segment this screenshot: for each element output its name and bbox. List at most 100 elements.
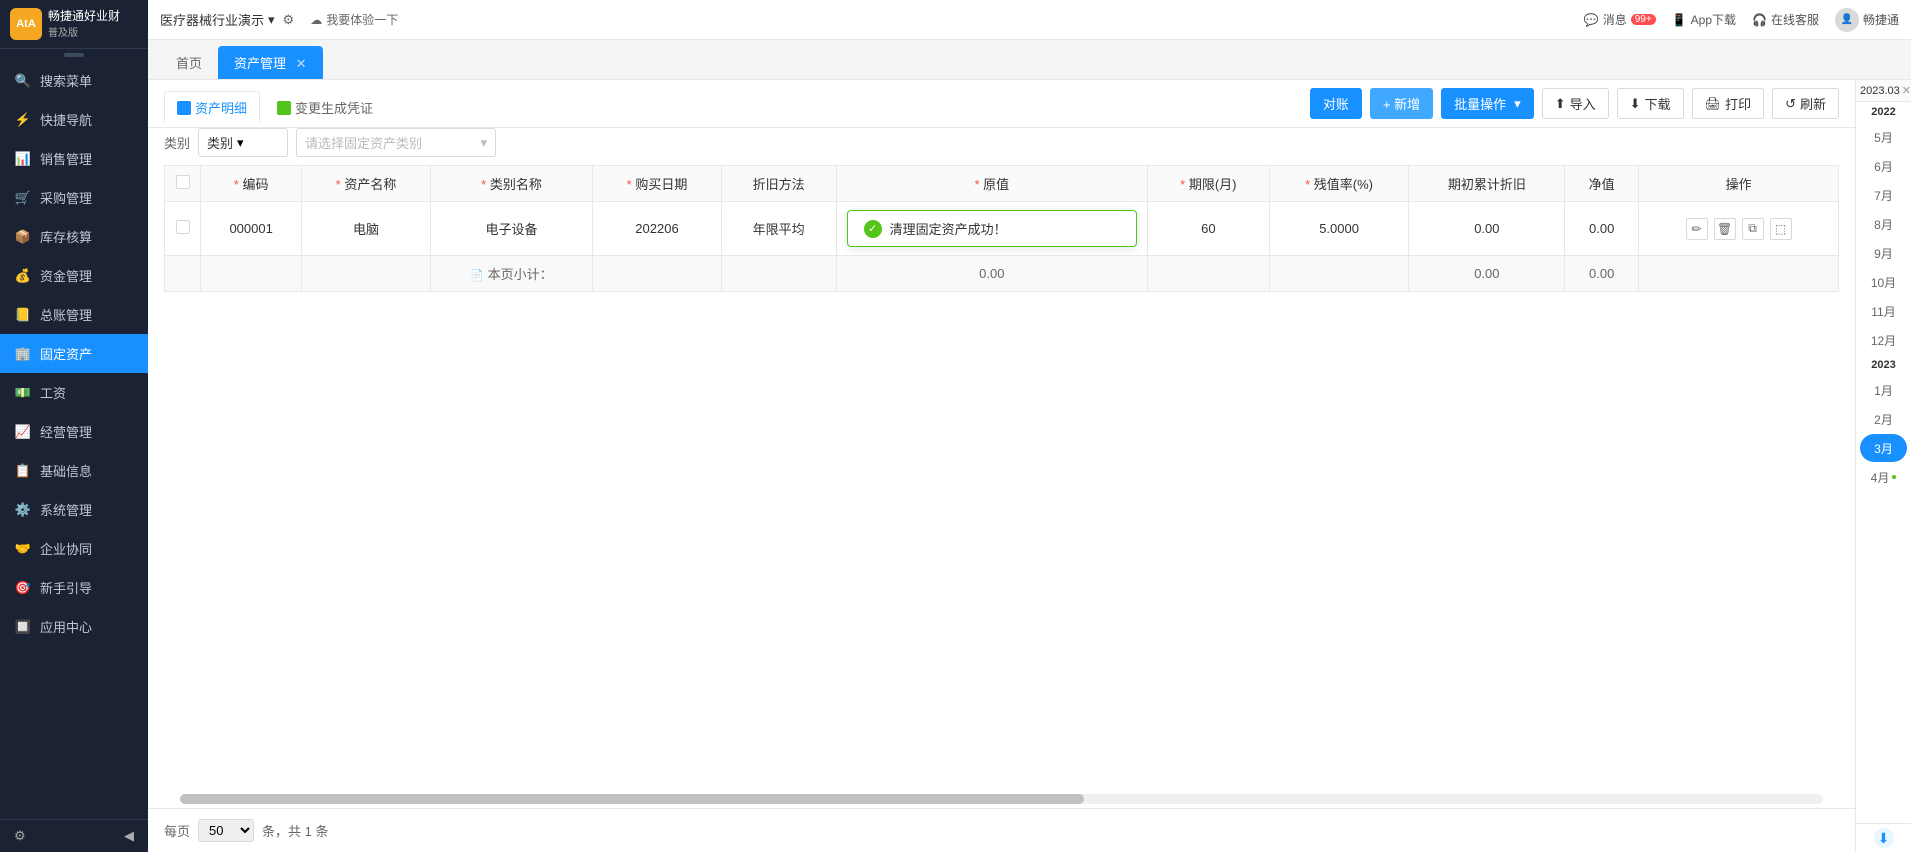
sub-tab-asset-detail[interactable]: 资产明细 [164, 91, 260, 124]
basic-info-icon: 📋 [14, 463, 32, 479]
calendar-month-7[interactable]: 7月 [1860, 181, 1907, 209]
feedback-button[interactable]: ☁ 我要体验一下 [310, 11, 398, 28]
asset-detail-tab-icon [177, 101, 191, 115]
calendar-month-12[interactable]: 12月 [1860, 326, 1907, 354]
sub-tab-change-voucher[interactable]: 变更生成凭证 [264, 91, 386, 124]
scrollbar-thumb[interactable] [180, 794, 1084, 804]
sidebar-item-ledger[interactable]: 📒 总账管理 [0, 295, 148, 334]
col-depreciation-method: 折旧方法 [721, 166, 836, 202]
sidebar-item-search[interactable]: 🔍 搜索菜单 [0, 61, 148, 100]
sidebar-bottom: ⚙ ◀ [0, 819, 148, 852]
sidebar-item-app-center[interactable]: 🔲 应用中心 [0, 607, 148, 646]
calendar-header: 2023.03 ✕ ⛶ [1856, 80, 1911, 102]
select-all-header[interactable] [165, 166, 201, 202]
col-purchase-date: 购买日期 [593, 166, 721, 202]
enterprise-icon: 🤝 [14, 541, 32, 557]
company-selector[interactable]: 医疗器械行业演示 ▾ [160, 10, 275, 29]
calendar-month-5[interactable]: 5月 [1860, 123, 1907, 151]
refresh-icon: ↺ [1785, 96, 1796, 112]
per-page-select[interactable]: 50 100 200 [198, 819, 254, 842]
calendar-close-button[interactable]: ✕ [1900, 84, 1911, 97]
company-dropdown-icon: ▾ [268, 12, 275, 28]
copy-button[interactable]: ⧉ [1742, 218, 1764, 240]
sidebar-item-guide[interactable]: 🎯 新手引导 [0, 568, 148, 607]
sidebar-item-inventory[interactable]: 📦 库存核算 [0, 217, 148, 256]
col-code: 编码 [201, 166, 302, 202]
search-icon: 🔍 [14, 73, 32, 89]
cell-code: 000001 [201, 202, 302, 256]
row-checkbox-cell[interactable] [165, 202, 201, 256]
sidebar-nav: 🔍 搜索菜单 ⚡ 快捷导航 📊 销售管理 🛒 采购管理 📦 库存核算 💰 资金管… [0, 61, 148, 819]
settings-gear-icon[interactable]: ⚙ [283, 12, 295, 28]
app-logo-icon: AtA [10, 8, 42, 40]
collapse-icon[interactable]: ◀ [124, 828, 134, 844]
batch-button[interactable]: 批量操作 ▾ [1441, 88, 1534, 119]
tab-asset-mgmt[interactable]: 资产管理 ✕ [218, 46, 323, 79]
calendar-month-2023-4[interactable]: 4月 [1860, 463, 1907, 491]
import-button[interactable]: ⬆ 导入 [1542, 88, 1609, 119]
sidebar-item-operations[interactable]: 📈 经营管理 [0, 412, 148, 451]
change-voucher-tab-icon [277, 101, 291, 115]
select-chevron-icon: ▾ [237, 135, 244, 151]
calendar-body: 2022 5月 6月 7月 8月 9月 10月 11月 12月 2023 1月 … [1856, 102, 1911, 823]
calendar-month-2023-2[interactable]: 2月 [1860, 405, 1907, 433]
sidebar-item-quick-nav[interactable]: ⚡ 快捷导航 [0, 100, 148, 139]
horizontal-scrollbar[interactable] [180, 794, 1823, 804]
messages-button[interactable]: 💬 消息 99+ [1584, 11, 1656, 28]
user-profile[interactable]: 👤 畅捷通 [1835, 8, 1899, 32]
download-button[interactable]: ⬇ 下载 [1617, 88, 1684, 119]
subtotal-icon: 📄 [470, 270, 484, 282]
edit-button[interactable]: ✏ [1686, 218, 1708, 240]
sidebar-item-payroll[interactable]: 💵 工资 [0, 373, 148, 412]
sidebar-item-purchase[interactable]: 🛒 采购管理 [0, 178, 148, 217]
total-count-label: 条，共 1 条 [262, 821, 328, 840]
page-content: 资产明细 变更生成凭证 对账 + 新增 批量操作 ▾ ⬆ 导入 [148, 80, 1911, 852]
settings-icon[interactable]: ⚙ [14, 828, 26, 844]
sidebar-item-enterprise[interactable]: 🤝 企业协同 [0, 529, 148, 568]
select-all-checkbox[interactable] [176, 175, 190, 189]
app-download-button[interactable]: 📱 App下载 [1672, 11, 1736, 28]
calendar-down-button[interactable]: ⬇ [1874, 828, 1894, 848]
new-button[interactable]: + 新增 [1370, 88, 1433, 119]
calendar-month-8[interactable]: 8月 [1860, 210, 1907, 238]
asset-table: 编码 资产名称 类别名称 购买日期 折旧方法 原值 期限(月) 残值率(%) 期… [164, 165, 1839, 292]
row-checkbox[interactable] [176, 220, 190, 234]
sidebar-item-basic-info[interactable]: 📋 基础信息 [0, 451, 148, 490]
col-actions: 操作 [1639, 166, 1839, 202]
sub-tabs: 资产明细 变更生成凭证 对账 + 新增 批量操作 ▾ ⬆ 导入 [148, 80, 1855, 128]
delete-button[interactable]: 🗑 [1714, 218, 1736, 240]
calendar-month-2023-3[interactable]: 3月 [1860, 434, 1907, 462]
refresh-button[interactable]: ↺ 刷新 [1772, 88, 1839, 119]
cell-original-value: ✓ 清理固定资产成功！ [836, 202, 1147, 256]
calendar-month-11[interactable]: 11月 [1860, 297, 1907, 325]
print-button[interactable]: 🖨 打印 [1692, 88, 1765, 119]
table-row: 000001 电脑 电子设备 202206 年限平均 [165, 202, 1839, 256]
finance-icon: 💰 [14, 268, 32, 284]
sidebar-item-sales[interactable]: 📊 销售管理 [0, 139, 148, 178]
sidebar-item-system[interactable]: ⚙️ 系统管理 [0, 490, 148, 529]
calendar-nav-buttons: ✕ ⛶ [1900, 84, 1911, 97]
calendar-month-6[interactable]: 6月 [1860, 152, 1907, 180]
sidebar-item-fixed-assets[interactable]: 🏢 固定资产 [0, 334, 148, 373]
tab-close-icon[interactable]: ✕ [296, 56, 307, 71]
more-button[interactable]: ⬚ [1770, 218, 1792, 240]
sidebar-item-finance[interactable]: 💰 资金管理 [0, 256, 148, 295]
category-filter-label: 类别 [164, 133, 190, 152]
company-name: 医疗器械行业演示 [160, 10, 264, 29]
online-service-button[interactable]: 🎧 在线客服 [1752, 11, 1819, 28]
category-type-select[interactable]: 类别 ▾ [198, 128, 288, 157]
cell-period: 60 [1148, 202, 1270, 256]
quick-nav-icon: ⚡ [14, 112, 32, 128]
user-avatar: 👤 [1835, 8, 1859, 32]
guide-icon: 🎯 [14, 580, 32, 596]
feedback-icon: ☁ [310, 13, 322, 27]
calendar-month-10[interactable]: 10月 [1860, 268, 1907, 296]
tab-home[interactable]: 首页 [160, 46, 218, 79]
subtotal-net-value: 0.00 [1565, 256, 1639, 292]
tabs-bar: 首页 资产管理 ✕ [148, 40, 1911, 80]
category-value-select[interactable]: 请选择固定资产类别 ▾ [296, 128, 496, 157]
calendar-month-2023-1[interactable]: 1月 [1860, 376, 1907, 404]
reconcile-button[interactable]: 对账 [1310, 88, 1362, 119]
per-page-label: 每页 [164, 821, 190, 840]
calendar-month-9[interactable]: 9月 [1860, 239, 1907, 267]
